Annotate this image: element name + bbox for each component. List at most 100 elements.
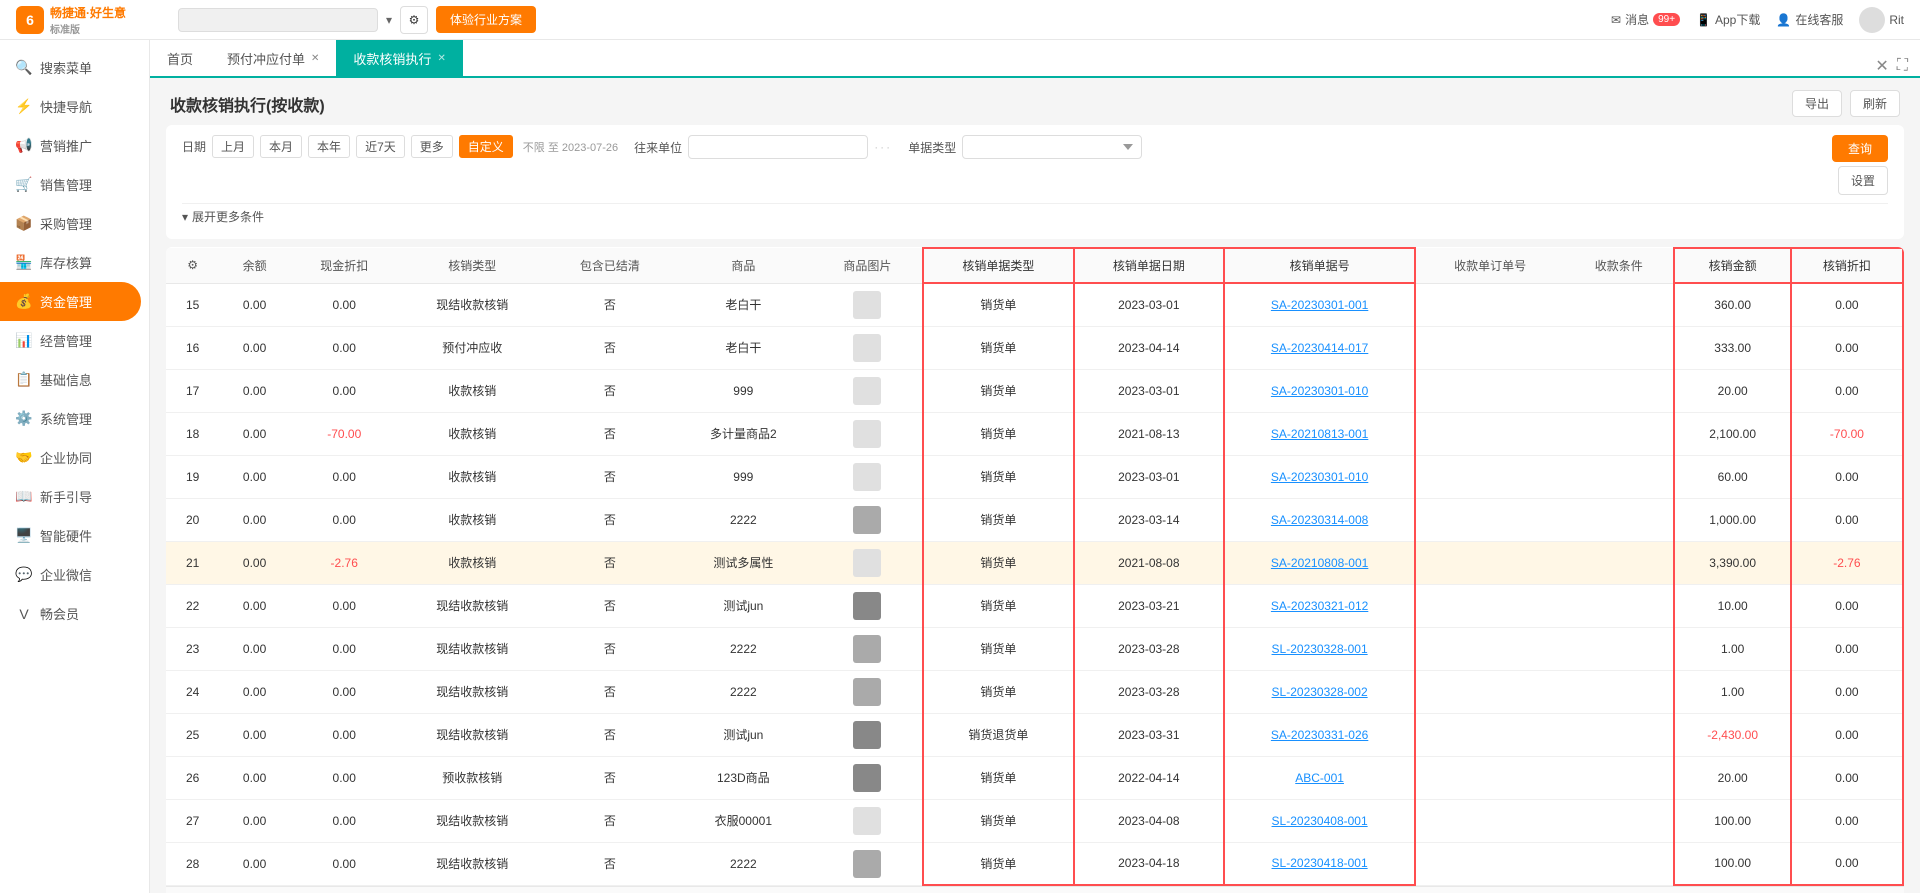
expand-more-btn[interactable]: ▾ 展开更多条件 (182, 203, 1888, 229)
cancel-bill-no-link[interactable]: SL-20230418-001 (1272, 856, 1368, 870)
row-number: 22 (166, 584, 219, 627)
tab-close-prepay[interactable]: ✕ (311, 53, 319, 64)
cancel-bill-no-link[interactable]: SL-20230328-002 (1272, 685, 1368, 699)
cancel-bill-no-link[interactable]: SL-20230328-001 (1272, 642, 1368, 656)
sidebar: 🔍搜索菜单⚡快捷导航📢营销推广🛒销售管理📦采购管理🏪库存核算💰资金管理📊经营管理… (0, 40, 150, 893)
sidebar-item-operation[interactable]: 📊经营管理 (0, 321, 149, 360)
sidebar-item-vip[interactable]: V畅会员 (0, 594, 149, 633)
tab-close-collection[interactable]: ✕ (437, 53, 445, 64)
marketing-icon: 📢 (16, 138, 32, 154)
sidebar-item-marketing[interactable]: 📢营销推广 (0, 126, 149, 165)
sidebar-label-finance: 资金管理 (40, 292, 92, 311)
main-table: ⚙余额现金折扣核销类型包含已结清商品商品图片核销单据类型核销单据日期核销单据号收… (166, 247, 1904, 886)
inventory-icon: 🏪 (16, 255, 32, 271)
row-number: 21 (166, 541, 219, 584)
sidebar-label-operation: 经营管理 (40, 331, 92, 350)
table-row: 260.000.00预收款核销否123D商品销货单2022-04-14ABC-0… (166, 756, 1903, 799)
bill-type-select[interactable] (962, 135, 1142, 159)
table-row: 200.000.00收款核销否2222销货单2023-03-14SA-20230… (166, 498, 1903, 541)
table-row: 220.000.00现结收款核销否测试jun销货单2023-03-21SA-20… (166, 584, 1903, 627)
app-download-button[interactable]: 📱 App下载 (1696, 11, 1760, 28)
maximize-icon[interactable]: ⛶ (1897, 57, 1908, 75)
app-logo: 6 (16, 6, 44, 34)
cancel-bill-no-link[interactable]: SA-20230301-010 (1271, 470, 1368, 484)
cancel-bill-no-link[interactable]: SA-20230301-001 (1271, 298, 1368, 312)
date-7days-btn[interactable]: 近7天 (356, 135, 405, 158)
sales-icon: 🛒 (16, 177, 32, 193)
shortcut-icon: ⚡ (16, 99, 32, 115)
edition-label: 标准版 (50, 21, 126, 36)
col-header-cancel_bill_type: 核销单据类型 (923, 248, 1073, 283)
cancel-bill-no-link[interactable]: SA-20230321-012 (1271, 599, 1368, 613)
sidebar-item-shortcut[interactable]: ⚡快捷导航 (0, 87, 149, 126)
cancel-bill-no-link[interactable]: SA-20210813-001 (1271, 427, 1368, 441)
sidebar-item-enterprise[interactable]: 🤝 企业协同 (0, 438, 149, 477)
online-service-button[interactable]: 👤 在线客服 (1776, 11, 1843, 28)
trial-button[interactable]: 体验行业方案 (436, 6, 536, 33)
purchase-icon: 📦 (16, 216, 32, 232)
sidebar-label-enterprise: 企业协同 (40, 448, 92, 467)
sidebar-label-guide: 新手引导 (40, 487, 92, 506)
tab-prepay[interactable]: 预付冲应付单✕ (210, 40, 336, 76)
setting-button[interactable]: 设置 (1838, 166, 1888, 195)
row-number: 25 (166, 713, 219, 756)
tab-home-label: 首页 (167, 49, 193, 68)
system-icon: ⚙️ (16, 411, 32, 427)
date-more-btn[interactable]: 更多 (411, 135, 453, 158)
sidebar-item-hardware[interactable]: 🖥️智能硬件 (0, 516, 149, 555)
wechat-icon: 💬 (16, 567, 32, 583)
query-button[interactable]: 查询 (1832, 135, 1888, 162)
cancel-bill-no-link[interactable]: SL-20230408-001 (1272, 814, 1368, 828)
settings-button[interactable]: ⚙ (400, 6, 428, 34)
page-area: 收款核销执行(按收款) 导出 刷新 日期 上月 本月 本年 近7天 (150, 78, 1920, 893)
sidebar-item-system[interactable]: ⚙️系统管理 (0, 399, 149, 438)
dots-separator: ··· (874, 140, 892, 154)
avatar (1859, 7, 1885, 33)
tab-collection[interactable]: 收款核销执行✕ (336, 40, 462, 76)
filter-top-row: 日期 上月 本月 本年 近7天 更多 自定义 不限 至 2023-07-26 (182, 135, 1888, 195)
sidebar-label-wechat: 企业微信 (40, 565, 92, 584)
counterpart-input[interactable] (688, 135, 868, 159)
sidebar-item-guide[interactable]: 📖新手引导 (0, 477, 149, 516)
tab-home[interactable]: 首页 (150, 40, 210, 76)
page-title: 收款核销执行(按收款) (170, 92, 325, 116)
cancel-bill-no-link[interactable]: SA-20230414-017 (1271, 341, 1368, 355)
sidebar-item-basic[interactable]: 📋基础信息 (0, 360, 149, 399)
export-button[interactable]: 导出 (1792, 90, 1842, 117)
expand-label: 展开更多条件 (192, 208, 264, 225)
sidebar-item-inventory[interactable]: 🏪库存核算 (0, 243, 149, 282)
date-range-display: 不限 至 2023-07-26 (523, 139, 618, 155)
date-label: 日期 (182, 138, 206, 155)
sidebar-item-wechat[interactable]: 💬 企业微信 (0, 555, 149, 594)
cancel-bill-no-link[interactable]: SA-20210808-001 (1271, 556, 1368, 570)
sidebar-item-sales[interactable]: 🛒销售管理 (0, 165, 149, 204)
table-row: 160.000.00预付冲应收否老白干销货单2023-04-14SA-20230… (166, 326, 1903, 369)
date-this-month-btn[interactable]: 本月 (260, 135, 302, 158)
top-bar: 6 畅捷通·好生意 标准版 ▾ ⚙ 体验行业方案 ✉ 消息 99+ 📱 App下… (0, 0, 1920, 40)
row-number: 19 (166, 455, 219, 498)
basic-icon: 📋 (16, 372, 32, 388)
main-content: 首页预付冲应付单✕收款核销执行✕ ✕ ⛶ 收款核销执行(按收款) 导出 刷新 (150, 40, 1920, 893)
close-window-icon[interactable]: ✕ (1875, 56, 1888, 76)
search-icon: 🔍 (16, 60, 32, 76)
sidebar-item-purchase[interactable]: 📦采购管理 (0, 204, 149, 243)
enterprise-icon: 🤝 (16, 450, 32, 466)
date-prev-month-btn[interactable]: 上月 (212, 135, 254, 158)
user-area[interactable]: Rit (1859, 7, 1904, 33)
cancel-bill-no-link[interactable]: SA-20230301-010 (1271, 384, 1368, 398)
cancel-bill-no-link[interactable]: SA-20230314-008 (1271, 513, 1368, 527)
refresh-button[interactable]: 刷新 (1850, 90, 1900, 117)
cancel-bill-no-link[interactable]: ABC-001 (1295, 771, 1344, 785)
sidebar-item-finance[interactable]: 💰资金管理 (0, 282, 141, 321)
table-header: ⚙余额现金折扣核销类型包含已结清商品商品图片核销单据类型核销单据日期核销单据号收… (166, 248, 1903, 283)
date-custom-btn[interactable]: 自定义 (459, 135, 513, 158)
page-header: 收款核销执行(按收款) 导出 刷新 (150, 78, 1920, 125)
cancel-bill-no-link[interactable]: SA-20230331-026 (1271, 728, 1368, 742)
filter-right-buttons: 查询 设置 (1832, 135, 1888, 195)
dropdown-arrow-icon[interactable]: ▾ (386, 13, 392, 27)
sidebar-item-search[interactable]: 🔍搜索菜单 (0, 48, 149, 87)
col-header-cancel_discount: 核销折扣 (1791, 248, 1903, 283)
date-this-year-btn[interactable]: 本年 (308, 135, 350, 158)
url-bar[interactable] (178, 8, 378, 32)
messages-button[interactable]: ✉ 消息 99+ (1611, 11, 1680, 28)
